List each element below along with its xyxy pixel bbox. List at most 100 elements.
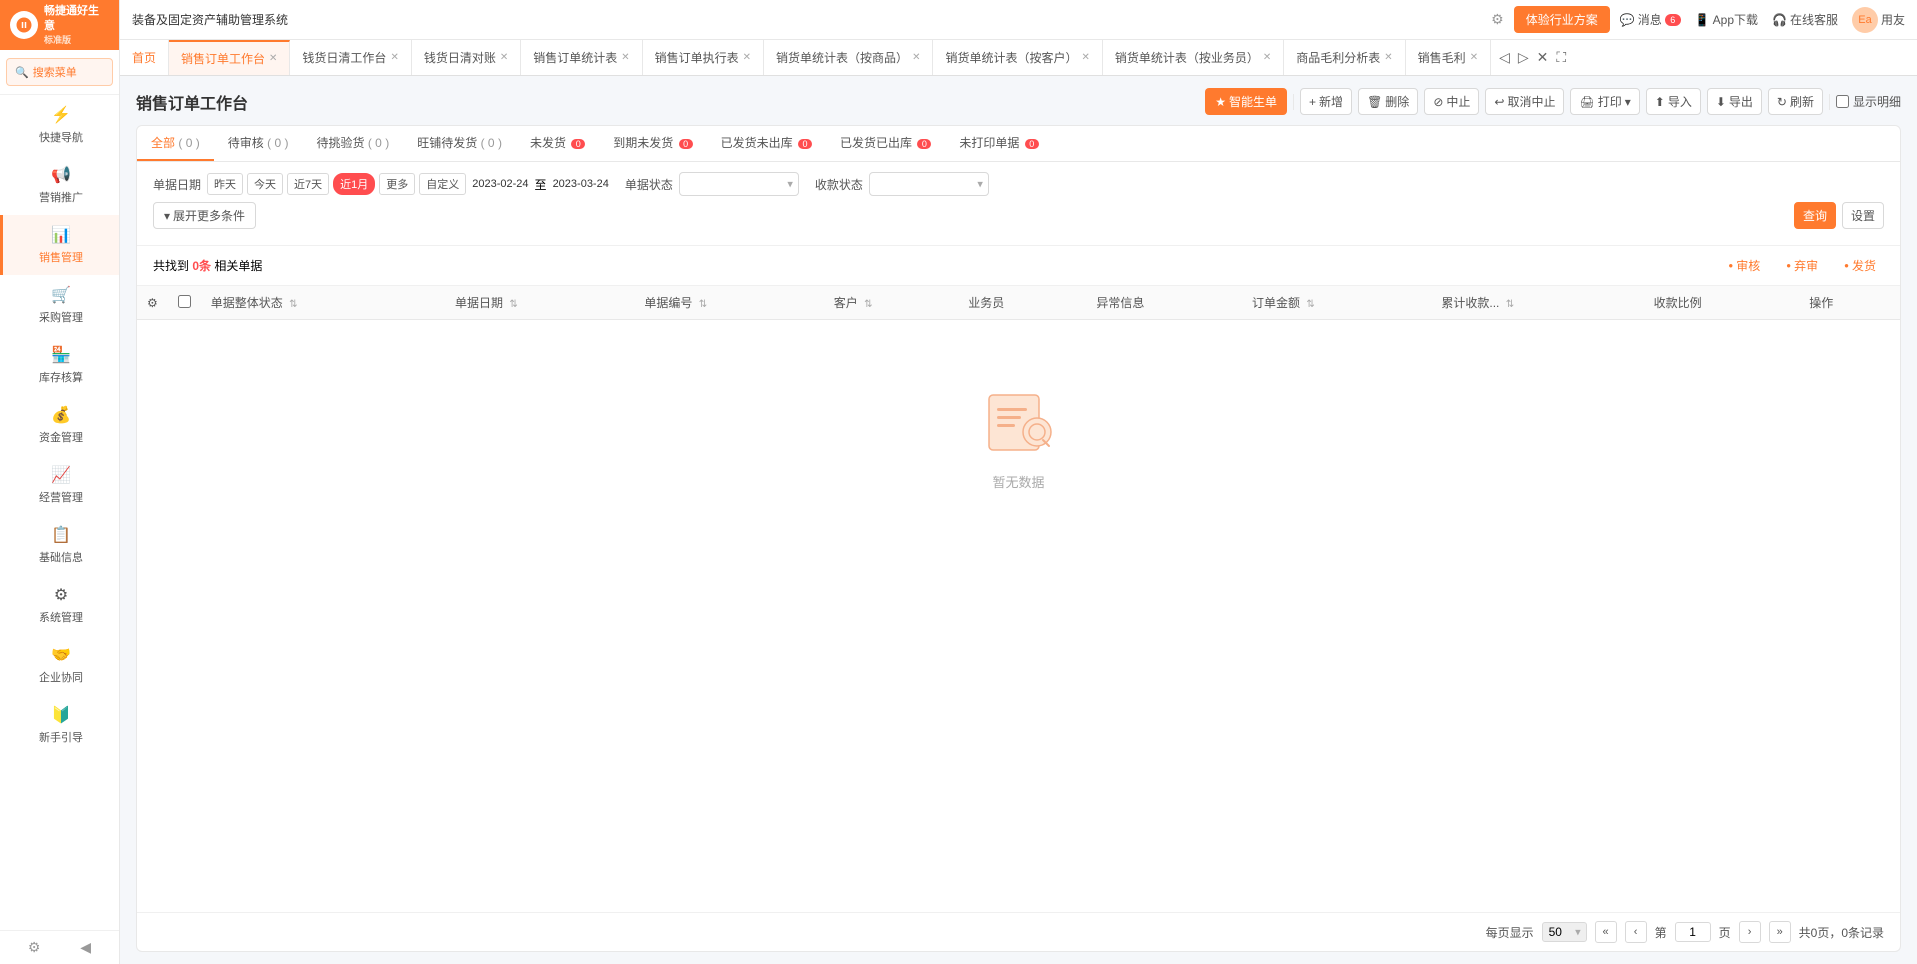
stop-button[interactable]: ⊘ 中止 xyxy=(1424,88,1479,115)
sort-customer-icon[interactable]: ⇅ xyxy=(864,299,872,310)
sidebar-item-operations[interactable]: 📈 经营管理 xyxy=(0,455,119,515)
sort-received-icon[interactable]: ⇅ xyxy=(1506,299,1514,310)
page-number-input[interactable] xyxy=(1675,922,1711,942)
search-menu-button[interactable]: 🔍 搜索菜单 xyxy=(6,58,113,86)
custom-btn[interactable]: 自定义 xyxy=(419,173,466,195)
last-month-btn[interactable]: 近1月 xyxy=(333,173,375,195)
last-page-button[interactable]: » xyxy=(1769,921,1791,943)
delete-button[interactable]: 🗑 删除 xyxy=(1358,88,1418,115)
filter-tab-wangpu[interactable]: 旺铺待发货 ( 0 ) xyxy=(403,126,516,161)
industry-solution-button[interactable]: 体验行业方案 xyxy=(1514,6,1610,33)
sidebar-item-sales[interactable]: 📊 销售管理 xyxy=(0,215,119,275)
more-btn[interactable]: 更多 xyxy=(379,173,415,195)
cancel-audit-action-button[interactable]: 弃审 xyxy=(1778,254,1826,277)
sidebar-search-area: 🔍 搜索菜单 xyxy=(0,50,119,95)
tab-close-cash-reconcile[interactable]: ✕ xyxy=(500,52,508,63)
search-area: 单据日期 昨天 今天 近7天 近1月 更多 自定义 2023-02-24 至 2… xyxy=(137,162,1900,246)
topbar-settings-icon[interactable]: ⚙ xyxy=(1491,11,1504,28)
tab-close-gross-profit[interactable]: ✕ xyxy=(1384,52,1392,63)
tab-close-summary-staff[interactable]: ✕ xyxy=(1263,52,1271,63)
expand-conditions-button[interactable]: ▾ 展开更多条件 xyxy=(153,202,256,229)
collapse-sidebar-icon[interactable]: ◀ xyxy=(80,939,91,956)
first-page-button[interactable]: « xyxy=(1595,921,1617,943)
export-button[interactable]: ⬇ 导出 xyxy=(1707,88,1762,115)
filter-tab-pending-audit[interactable]: 待审核 ( 0 ) xyxy=(214,126,303,161)
status-select[interactable] xyxy=(679,172,799,196)
prev-page-button[interactable]: ‹ xyxy=(1625,921,1647,943)
show-detail-checkbox[interactable] xyxy=(1836,95,1849,108)
table-count-number: 0条 xyxy=(192,259,211,273)
query-button[interactable]: 查询 xyxy=(1794,202,1836,229)
sidebar-item-purchase[interactable]: 🛒 采购管理 xyxy=(0,275,119,335)
tab-sales-more[interactable]: 销售毛利 ✕ xyxy=(1406,40,1491,75)
app-download-button[interactable]: 📱 App下载 xyxy=(1695,11,1758,28)
sidebar-item-finance[interactable]: 💰 资金管理 xyxy=(0,395,119,455)
online-support-button[interactable]: 🎧 在线客服 xyxy=(1772,11,1838,28)
show-detail-checkbox-label[interactable]: 显示明细 xyxy=(1836,93,1901,110)
sidebar-item-quicknav[interactable]: ⚡ 快捷导航 xyxy=(0,95,119,155)
ship-action-button[interactable]: 发货 xyxy=(1836,254,1884,277)
filter-tab-not-shipped[interactable]: 未发货 0 xyxy=(516,126,599,161)
settings-button[interactable]: 设置 xyxy=(1842,202,1884,229)
print-button[interactable]: 🖨 打印 ▾ xyxy=(1570,88,1639,115)
star-icon: ★ xyxy=(1215,95,1226,109)
sort-amount-icon[interactable]: ⇅ xyxy=(1306,299,1314,310)
tab-close-sales-stat[interactable]: ✕ xyxy=(621,52,629,63)
import-button[interactable]: ⬆ 导入 xyxy=(1646,88,1701,115)
sidebar-item-system[interactable]: ⚙ 系统管理 xyxy=(0,575,119,635)
sidebar-item-basicinfo[interactable]: 📋 基础信息 xyxy=(0,515,119,575)
sidebar-item-marketing[interactable]: 📢 营销推广 xyxy=(0,155,119,215)
filter-tab-shipped-out[interactable]: 已发货已出库 0 xyxy=(826,126,945,161)
cancel-stop-button[interactable]: ↩ 取消中止 xyxy=(1485,88,1564,115)
smart-create-button[interactable]: ★ 智能生单 xyxy=(1205,88,1287,115)
filter-tab-expired[interactable]: 到期未发货 0 xyxy=(599,126,706,161)
tab-sales-stat[interactable]: 销售订单统计表 ✕ xyxy=(521,40,642,75)
tab-sales-workbench[interactable]: 销售订单工作台 ✕ xyxy=(169,40,290,75)
payment-select[interactable] xyxy=(869,172,989,196)
tab-sales-exec[interactable]: 销售订单执行表 ✕ xyxy=(643,40,764,75)
tab-close-sales-exec[interactable]: ✕ xyxy=(743,52,751,63)
column-settings-icon[interactable]: ⚙ xyxy=(147,296,158,310)
app-name: 畅捷通好生意 xyxy=(44,4,109,33)
import-icon: ⬆ xyxy=(1655,95,1665,109)
tab-close-all-icon[interactable]: ✕ xyxy=(1535,47,1551,68)
filter-tab-pending-inspection[interactable]: 待挑验货 ( 0 ) xyxy=(302,126,403,161)
tab-close-summary-customer[interactable]: ✕ xyxy=(1081,52,1089,63)
filter-tab-all[interactable]: 全部 ( 0 ) xyxy=(137,126,214,161)
tab-cash-reconcile[interactable]: 钱货日清对账 ✕ xyxy=(412,40,521,75)
filter-tab-not-printed[interactable]: 未打印单据 0 xyxy=(945,126,1052,161)
filter-tab-shipped-not-out[interactable]: 已发货未出库 0 xyxy=(707,126,826,161)
tab-prev-icon[interactable]: ◁ xyxy=(1497,47,1512,68)
last7-btn[interactable]: 近7天 xyxy=(287,173,329,195)
tab-summary-staff[interactable]: 销货单统计表（按业务员） ✕ xyxy=(1103,40,1284,75)
tab-close-sales-workbench[interactable]: ✕ xyxy=(269,53,277,64)
tab-cash-daily[interactable]: 钱货日清工作台 ✕ xyxy=(290,40,411,75)
next-page-button[interactable]: › xyxy=(1739,921,1761,943)
tab-summary-product[interactable]: 销货单统计表（按商品） ✕ xyxy=(764,40,933,75)
sidebar-item-inventory[interactable]: 🏪 库存核算 xyxy=(0,335,119,395)
refresh-button[interactable]: ↻ 刷新 xyxy=(1768,88,1823,115)
yesterday-btn[interactable]: 昨天 xyxy=(207,173,243,195)
today-btn[interactable]: 今天 xyxy=(247,173,283,195)
sort-date-icon[interactable]: ⇅ xyxy=(509,299,517,310)
tab-gross-profit[interactable]: 商品毛利分析表 ✕ xyxy=(1284,40,1405,75)
sort-number-icon[interactable]: ⇅ xyxy=(699,299,707,310)
select-all-checkbox[interactable] xyxy=(178,295,191,308)
sort-status-icon[interactable]: ⇅ xyxy=(289,299,297,310)
tab-close-summary-product[interactable]: ✕ xyxy=(912,52,920,63)
th-amount: 订单金额 ⇅ xyxy=(1242,286,1431,320)
audit-action-button[interactable]: 审核 xyxy=(1720,254,1768,277)
tab-summary-customer[interactable]: 销货单统计表（按客户） ✕ xyxy=(933,40,1102,75)
message-button[interactable]: 💬 消息 6 xyxy=(1620,11,1681,28)
tab-close-sales-more[interactable]: ✕ xyxy=(1470,52,1478,63)
user-profile-button[interactable]: Ea 用友 xyxy=(1852,7,1905,33)
sidebar-item-cooperation[interactable]: 🤝 企业协同 xyxy=(0,635,119,695)
page-size-select[interactable]: 10 20 50 100 xyxy=(1542,922,1587,942)
tab-next-icon[interactable]: ▷ xyxy=(1516,47,1531,68)
tab-fullscreen-icon[interactable]: ⛶ xyxy=(1554,47,1568,68)
settings-bottom-icon[interactable]: ⚙ xyxy=(28,939,41,956)
tab-close-cash-daily[interactable]: ✕ xyxy=(390,52,398,63)
tab-home[interactable]: 首页 xyxy=(120,40,169,75)
add-button[interactable]: + 新增 xyxy=(1300,88,1352,115)
sidebar-item-newguide[interactable]: 🔰 新手引导 xyxy=(0,695,119,755)
